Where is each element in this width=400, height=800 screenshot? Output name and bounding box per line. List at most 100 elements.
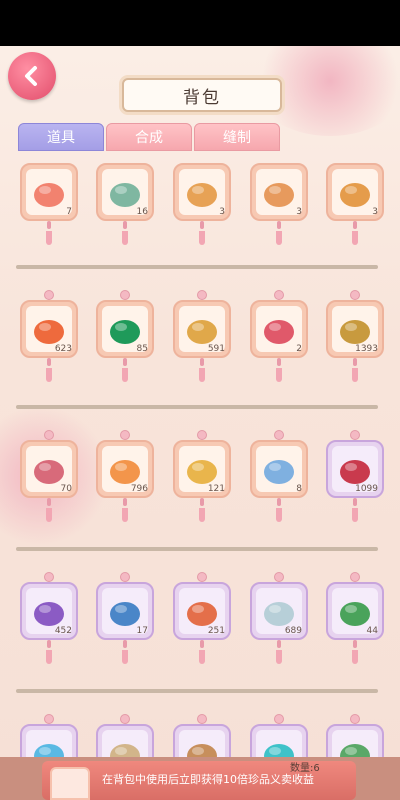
slot-frame: 796 bbox=[96, 440, 154, 498]
inventory-slot[interactable]: 44 bbox=[326, 572, 384, 664]
shelf-divider bbox=[16, 689, 378, 693]
item-quantity: 623 bbox=[54, 344, 72, 354]
fan-cake-icon bbox=[340, 183, 370, 207]
item-quantity: 121 bbox=[207, 484, 225, 494]
tassel-icon bbox=[199, 221, 205, 247]
bonus-notice-text: 在背包中使用后立即获得10倍珍品义卖收益 bbox=[102, 773, 314, 786]
back-button[interactable] bbox=[8, 52, 56, 100]
item-quantity: 3 bbox=[219, 207, 225, 217]
inventory-slot[interactable]: 689 bbox=[250, 572, 308, 664]
hanger-knot-icon bbox=[44, 572, 54, 582]
hanger-knot-icon bbox=[350, 430, 360, 440]
red-charm-icon bbox=[264, 320, 294, 344]
tassel-icon bbox=[276, 358, 282, 384]
inventory-slot[interactable]: 452 bbox=[20, 572, 78, 664]
tassel-icon bbox=[276, 221, 282, 247]
slot-inner bbox=[256, 169, 302, 215]
inventory-slot[interactable]: 7 bbox=[20, 163, 78, 245]
slot-frame: 689 bbox=[250, 582, 308, 640]
slot-frame: 452 bbox=[20, 582, 78, 640]
tassel-icon bbox=[352, 221, 358, 247]
peach-cake-icon bbox=[34, 183, 64, 207]
inventory-slot[interactable]: 70 bbox=[20, 430, 78, 522]
item-count: 数量:6 bbox=[290, 763, 320, 774]
item-quantity: 85 bbox=[136, 344, 148, 354]
slot-frame: 44 bbox=[326, 582, 384, 640]
bottom-bar: 在背包中使用后立即获得10倍珍品义卖收益 bbox=[0, 757, 400, 800]
item-quantity: 8 bbox=[296, 484, 302, 494]
inventory-slot[interactable]: 3 bbox=[326, 163, 384, 245]
item-quantity: 1393 bbox=[355, 344, 378, 354]
hanger-knot-icon bbox=[197, 290, 207, 300]
inventory-slot[interactable]: 8 bbox=[250, 430, 308, 522]
hanger-knot-icon bbox=[274, 572, 284, 582]
hanger-knot-icon bbox=[274, 430, 284, 440]
hanger-knot-icon bbox=[197, 572, 207, 582]
tassel-icon bbox=[122, 498, 128, 524]
tassel-icon bbox=[122, 358, 128, 384]
inventory-slot[interactable]: 16 bbox=[96, 163, 154, 245]
blue-scroll-icon bbox=[264, 460, 294, 484]
item-quantity: 16 bbox=[136, 207, 148, 217]
tassel-icon bbox=[46, 358, 52, 384]
inventory-slot[interactable]: 17 bbox=[96, 572, 154, 664]
tassel-icon bbox=[46, 498, 52, 524]
slot-frame: 70 bbox=[20, 440, 78, 498]
inventory-slot[interactable]: 591 bbox=[173, 290, 231, 382]
item-quantity: 7 bbox=[66, 207, 72, 217]
tab-sewing[interactable]: 缝制 bbox=[194, 123, 280, 151]
slot-inner bbox=[179, 169, 225, 215]
slot-frame: 591 bbox=[173, 300, 231, 358]
item-quantity: 796 bbox=[130, 484, 148, 494]
inventory-slot[interactable]: 796 bbox=[96, 430, 154, 522]
inventory-grid: 7 16 3 3 3 623 85 591 2 1393 70 796 121 8 1099 452 17 251… bbox=[14, 149, 386, 800]
slot-frame: 16 bbox=[96, 163, 154, 221]
tassel-icon bbox=[46, 221, 52, 247]
hanger-knot-icon bbox=[350, 290, 360, 300]
tab-synthesis[interactable]: 合成 bbox=[106, 123, 192, 151]
inventory-slot[interactable]: 85 bbox=[96, 290, 154, 382]
slot-inner bbox=[256, 306, 302, 352]
tab-label: 道具 bbox=[47, 130, 75, 146]
inventory-slot[interactable]: 2 bbox=[250, 290, 308, 382]
slot-frame: 3 bbox=[326, 163, 384, 221]
item-quantity: 70 bbox=[60, 484, 72, 494]
shelf-divider bbox=[16, 405, 378, 409]
inventory-slot[interactable]: 121 bbox=[173, 430, 231, 522]
shelf-divider bbox=[16, 265, 378, 269]
system-status-bar bbox=[0, 0, 400, 46]
slot-inner bbox=[332, 169, 378, 215]
inventory-slot[interactable]: 251 bbox=[173, 572, 231, 664]
tassel-icon bbox=[122, 221, 128, 247]
selected-item-thumbnail bbox=[50, 767, 90, 800]
tassel-icon bbox=[122, 640, 128, 666]
tassel-icon bbox=[199, 358, 205, 384]
item-quantity: 452 bbox=[54, 626, 72, 636]
hanger-knot-icon bbox=[274, 714, 284, 724]
tab-label: 合成 bbox=[135, 130, 163, 146]
shelf-divider bbox=[16, 547, 378, 551]
slot-frame: 623 bbox=[20, 300, 78, 358]
inventory-slot[interactable]: 1099 bbox=[326, 430, 384, 522]
inventory-slot[interactable]: 3 bbox=[250, 163, 308, 245]
hanger-knot-icon bbox=[44, 430, 54, 440]
tassel-icon bbox=[276, 640, 282, 666]
dumpling-icon bbox=[187, 183, 217, 207]
chevron-left-icon bbox=[25, 66, 37, 86]
tassel-icon bbox=[352, 358, 358, 384]
tassel-icon bbox=[199, 640, 205, 666]
slot-inner bbox=[256, 446, 302, 492]
item-quantity: 1099 bbox=[355, 484, 378, 494]
item-quantity: 689 bbox=[284, 626, 302, 636]
inventory-slot[interactable]: 1393 bbox=[326, 290, 384, 382]
hanger-knot-icon bbox=[350, 714, 360, 724]
tab-items[interactable]: 道具 bbox=[18, 123, 104, 151]
item-quantity: 591 bbox=[207, 344, 225, 354]
slot-frame: 1393 bbox=[326, 300, 384, 358]
hanger-knot-icon bbox=[120, 430, 130, 440]
inventory-slot[interactable]: 623 bbox=[20, 290, 78, 382]
tassel-icon bbox=[199, 498, 205, 524]
tassel-icon bbox=[46, 640, 52, 666]
inventory-slot[interactable]: 3 bbox=[173, 163, 231, 245]
hanger-knot-icon bbox=[44, 714, 54, 724]
